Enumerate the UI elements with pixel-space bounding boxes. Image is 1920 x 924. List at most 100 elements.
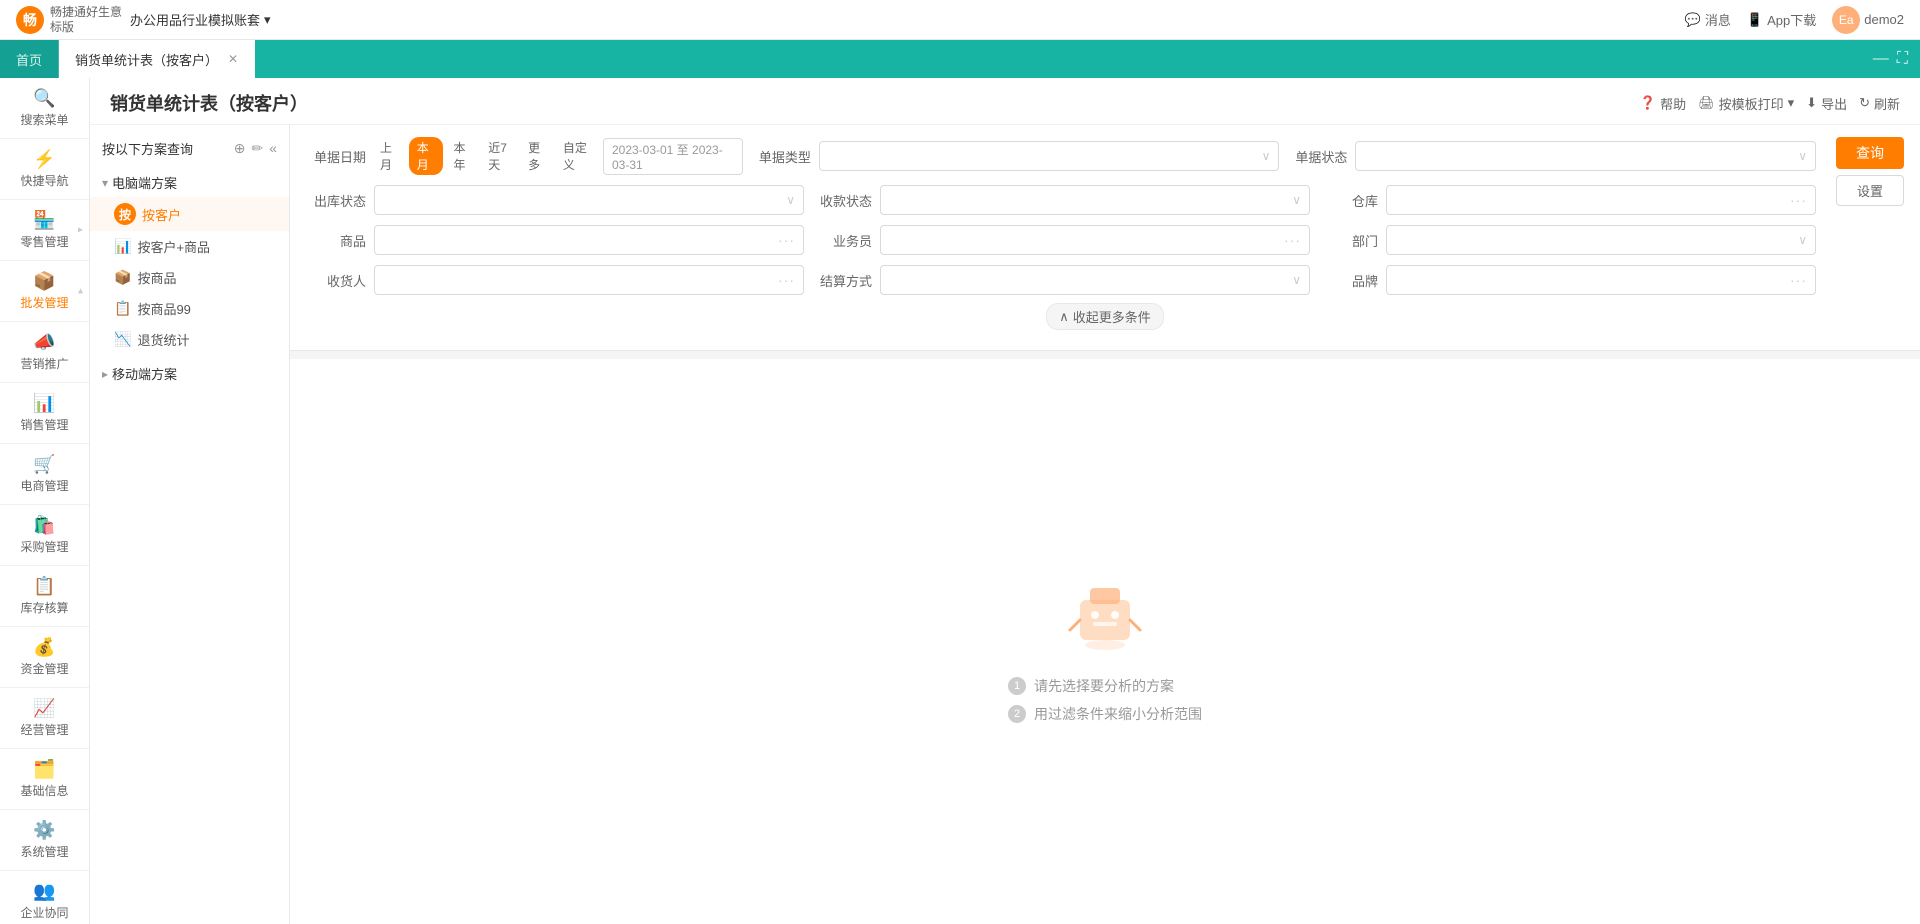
sidebar-item-sales[interactable]: 📊 销售管理	[0, 383, 89, 444]
sidebar-item-finance[interactable]: 💰 资金管理	[0, 627, 89, 688]
chevron-down-icon: ∨	[1798, 233, 1807, 247]
more-icon: ···	[1790, 192, 1807, 208]
filter-row-2: 出库状态 ∨ 收款状态 ∨ 仓库 ···	[306, 185, 1816, 215]
wholesale-icon: 📦	[33, 271, 55, 292]
download-action[interactable]: 📱 App下载	[1747, 10, 1816, 29]
date-tab-this-year[interactable]: 本年	[447, 137, 478, 175]
sidebar-item-operation[interactable]: 📈 经营管理	[0, 688, 89, 749]
sidebar-item-search[interactable]: 🔍 搜索菜单	[0, 78, 89, 139]
receiver-filter[interactable]: ···	[374, 265, 804, 295]
right-area: 单据日期 上月 本月 本年 近7天 更多 自定义	[290, 125, 1920, 924]
scheme-item-by-goods-99[interactable]: 📋 按商品99	[90, 293, 289, 324]
main-content: 🔍 搜索菜单 ⚡ 快捷导航 🏪 零售管理 ▸ 📦 批发管理 ▴ 📣 营销推广 📊…	[0, 78, 1920, 924]
receipt-status-filter[interactable]: ∨	[880, 185, 1310, 215]
logo-text: 畅捷通好生意 标版	[50, 5, 122, 34]
scheme-item-by-customer-goods[interactable]: 📊 按客户+商品	[90, 231, 289, 262]
more-icon: ···	[778, 232, 795, 248]
tip-num-2: 2	[1008, 705, 1026, 723]
out-status-filter[interactable]: ∨	[374, 185, 804, 215]
scheme-item-by-goods[interactable]: 📦 按商品	[90, 262, 289, 293]
tab-bar-actions: — ⛶	[1873, 50, 1920, 68]
scheme-group-mobile-title[interactable]: ▸ 移动端方案	[90, 359, 289, 388]
chevron-down-icon: ▾	[264, 12, 271, 28]
search-icon: 🔍	[33, 88, 55, 109]
app-selector[interactable]: 办公用品行业模拟账套 ▾	[130, 10, 271, 29]
return-icon: 📉	[114, 331, 131, 348]
message-icon: 💬	[1685, 12, 1701, 28]
page-header: 销货单统计表（按客户） ❓ 帮助 🖨 按模板打印 ▾ ⬇ 导出 ↻ 刷新	[90, 78, 1920, 125]
date-range[interactable]: 2023-03-01 至 2023-03-31	[603, 138, 743, 175]
sidebar-item-purchase[interactable]: 🛍️ 采购管理	[0, 505, 89, 566]
date-tab-last7[interactable]: 近7天	[482, 137, 518, 175]
collapse-scheme-button[interactable]: «	[269, 140, 277, 157]
goods-icon: 📦	[114, 269, 131, 286]
page-title: 销货单统计表（按客户）	[110, 90, 308, 116]
content-area: 销货单统计表（按客户） ❓ 帮助 🖨 按模板打印 ▾ ⬇ 导出 ↻ 刷新	[90, 78, 1920, 924]
export-icon: ⬇	[1806, 95, 1817, 111]
empty-state: 1 请先选择要分析的方案 2 用过滤条件来缩小分析范围	[290, 359, 1920, 924]
user-area[interactable]: Ea demo2	[1832, 6, 1904, 34]
empty-tips: 1 请先选择要分析的方案 2 用过滤条件来缩小分析范围	[1008, 676, 1202, 724]
chevron-down-icon: ∨	[1798, 149, 1807, 163]
doc-status-filter[interactable]: ∨	[1355, 141, 1816, 171]
sidebar-item-quicknav[interactable]: ⚡ 快捷导航	[0, 139, 89, 200]
more-icon: ···	[1790, 272, 1807, 288]
sidebar-item-marketing[interactable]: 📣 营销推广	[0, 322, 89, 383]
template-print-button[interactable]: 🖨 按模板打印 ▾	[1698, 94, 1794, 113]
sidebar-item-system[interactable]: ⚙️ 系统管理	[0, 810, 89, 871]
sidebar-item-retail[interactable]: 🏪 零售管理 ▸	[0, 200, 89, 261]
help-icon: ❓	[1640, 95, 1656, 111]
sidebar-item-corp[interactable]: 👥 企业协同	[0, 871, 89, 924]
refresh-icon: ↻	[1859, 95, 1870, 111]
add-scheme-button[interactable]: ⊕	[234, 140, 246, 157]
date-tab-custom[interactable]: 自定义	[557, 137, 597, 175]
system-icon: ⚙️	[33, 820, 55, 841]
tab-minimize-icon[interactable]: —	[1873, 50, 1889, 68]
retail-icon: 🏪	[33, 210, 55, 231]
sidebar-item-basic[interactable]: 🗂️ 基础信息	[0, 749, 89, 810]
tab-maximize-icon[interactable]: ⛶	[1897, 50, 1908, 68]
date-filter: 上月 本月 本年 近7天 更多 自定义 2023-03-01 至 2023-03…	[374, 137, 743, 175]
tab-stats[interactable]: 销货单统计表（按客户） ✕	[59, 40, 255, 78]
collapse-button[interactable]: ∧ 收起更多条件	[1046, 303, 1164, 330]
sidebar-item-ecom[interactable]: 🛒 电商管理	[0, 444, 89, 505]
filter-panel-layout: 按以下方案查询 ⊕ ✏ « ▾ 电脑端方案 按 按客户	[90, 125, 1920, 924]
header-right: 💬 消息 📱 App下载 Ea demo2	[1685, 6, 1904, 34]
tab-bar: 首页 销货单统计表（按客户） ✕ — ⛶	[0, 40, 1920, 78]
date-tab-last-month[interactable]: 上月	[374, 137, 405, 175]
page-actions: ❓ 帮助 🖨 按模板打印 ▾ ⬇ 导出 ↻ 刷新	[1640, 94, 1900, 113]
chevron-down-icon: ▾	[1788, 95, 1795, 111]
scheme-item-return-stats[interactable]: 📉 退货统计	[90, 324, 289, 355]
corp-icon: 👥	[33, 881, 55, 902]
refresh-button[interactable]: ↻ 刷新	[1859, 94, 1900, 113]
filter-row-1: 单据日期 上月 本月 本年 近7天 更多 自定义	[306, 137, 1816, 175]
date-tab-this-month[interactable]: 本月	[409, 137, 444, 175]
warehouse-filter[interactable]: ···	[1386, 185, 1816, 215]
dept-filter[interactable]: ∨	[1386, 225, 1816, 255]
query-button[interactable]: 查询	[1836, 137, 1904, 169]
settle-filter[interactable]: ∨	[880, 265, 1310, 295]
sidebar-item-inventory[interactable]: 📋 库存核算	[0, 566, 89, 627]
help-button[interactable]: ❓ 帮助	[1640, 94, 1686, 113]
scheme-group-desktop-title[interactable]: ▾ 电脑端方案	[90, 168, 289, 197]
chevron-right-icon: ▸	[102, 367, 108, 381]
tab-close-icon[interactable]: ✕	[228, 52, 238, 66]
sidebar-item-wholesale[interactable]: 📦 批发管理 ▴	[0, 261, 89, 322]
filter-row-4: 收货人 ··· 结算方式 ∨ 品牌 ···	[306, 265, 1816, 295]
empty-tip-2: 2 用过滤条件来缩小分析范围	[1008, 704, 1202, 724]
settings-button[interactable]: 设置	[1836, 175, 1904, 206]
chevron-right-icon: ▸	[78, 225, 83, 236]
export-button[interactable]: ⬇ 导出	[1806, 94, 1847, 113]
doc-type-filter[interactable]: ∨	[819, 141, 1280, 171]
message-action[interactable]: 💬 消息	[1685, 10, 1731, 29]
scheme-item-by-customer[interactable]: 按 按客户	[90, 197, 289, 231]
tab-home[interactable]: 首页	[0, 40, 59, 78]
scheme-panel-actions: ⊕ ✏ «	[234, 140, 277, 157]
goods-filter[interactable]: ···	[374, 225, 804, 255]
scheme-group-desktop: ▾ 电脑端方案 按 按客户 📊 按客户+商品 📦 按商品	[90, 168, 289, 355]
edit-scheme-button[interactable]: ✏	[251, 140, 263, 157]
salesperson-filter[interactable]: ···	[880, 225, 1310, 255]
date-tab-more[interactable]: 更多	[522, 137, 553, 175]
header-left: 畅 畅捷通好生意 标版 办公用品行业模拟账套 ▾	[16, 5, 271, 34]
brand-filter[interactable]: ···	[1386, 265, 1816, 295]
